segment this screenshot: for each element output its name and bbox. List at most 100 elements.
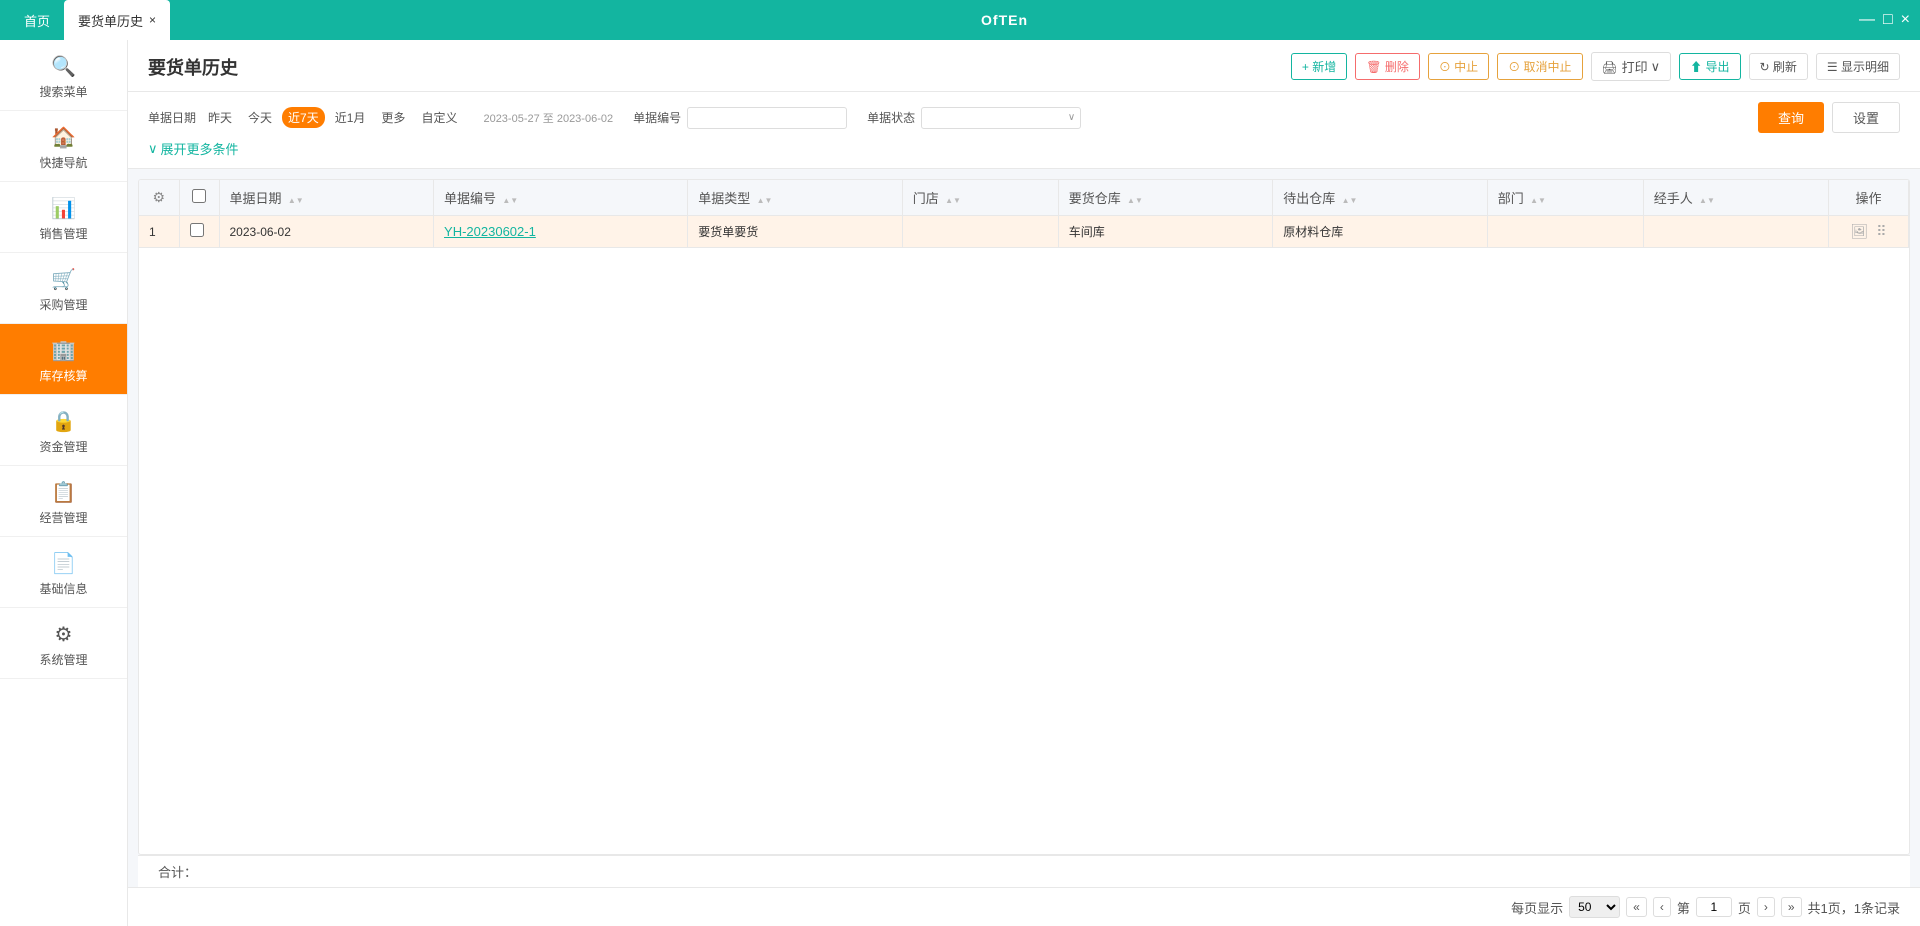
system-icon: ⚙ (55, 622, 73, 647)
cancel-stop-button[interactable]: ⊙ 取消中止 (1497, 53, 1582, 80)
doc-no-input[interactable] (687, 107, 847, 129)
stop-button[interactable]: ⊙ 中止 (1428, 53, 1489, 80)
sidebar-item-system[interactable]: ⚙ 系统管理 (0, 608, 127, 679)
sidebar-item-search-menu[interactable]: 🔍 搜索菜单 (0, 40, 127, 111)
inventory-icon: 🏢 (51, 338, 76, 363)
page-label: 第 (1677, 898, 1690, 917)
sidebar-item-label-basic-info: 基础信息 (39, 580, 87, 597)
th-store[interactable]: 门店 ▲▼ (902, 180, 1058, 216)
th-doc-date[interactable]: 单据日期 ▲▼ (219, 180, 434, 216)
doc-no-label: 单据编号 (633, 109, 681, 126)
date-option-1month[interactable]: 近1月 (329, 107, 372, 128)
sort-store-icon: ▲▼ (945, 196, 961, 205)
doc-no-filter-group: 单据编号 (633, 107, 847, 129)
date-option-more[interactable]: 更多 (375, 107, 411, 128)
main-layout: 🔍 搜索菜单 🏠 快捷导航 📊 销售管理 🛒 采购管理 🏢 库存核算 🔒 资金管… (0, 40, 1920, 926)
th-department[interactable]: 部门 ▲▼ (1487, 180, 1643, 216)
expand-chevron-icon: ∨ (148, 141, 158, 157)
date-filter-group: 单据日期 昨天 今天 近7天 近1月 更多 自定义 (148, 107, 463, 128)
refresh-button[interactable]: ↻ 刷新 (1749, 53, 1808, 80)
row-checkbox[interactable] (190, 223, 204, 237)
date-range-display: 2023-05-27 至 2023-06-02 (483, 110, 613, 126)
sales-icon: 📊 (51, 196, 76, 221)
sidebar-item-inventory[interactable]: 🏢 库存核算 (0, 324, 127, 395)
row-view-icon[interactable]: 🖼 (1850, 223, 1868, 240)
print-arrow-icon: ∨ (1651, 59, 1661, 75)
export-button[interactable]: ⬆ 导出 (1679, 53, 1740, 80)
summary-bar: 合计： (138, 855, 1910, 887)
page-header: 要货单历史 + 新增 🗑 删除 ⊙ 中止 ⊙ 取消中止 🖨 打印 ∨ ⬆ 导出 … (128, 40, 1920, 92)
query-button[interactable]: 查询 (1758, 102, 1824, 133)
sidebar: 🔍 搜索菜单 🏠 快捷导航 📊 销售管理 🛒 采购管理 🏢 库存核算 🔒 资金管… (0, 40, 128, 926)
sort-doc-type-icon: ▲▼ (757, 196, 773, 205)
row-more-icon[interactable]: ⠿ (1876, 223, 1886, 240)
display-detail-button[interactable]: ☰ 显示明细 (1816, 53, 1900, 80)
tab-home[interactable]: 首页 (10, 0, 64, 40)
maximize-icon[interactable]: □ (1883, 11, 1893, 29)
row-department (1487, 216, 1643, 248)
data-table: ⚙ 单据日期 ▲▼ 单据编号 ▲▼ (139, 180, 1909, 248)
filter-settings-button[interactable]: 设置 (1832, 102, 1900, 133)
print-label: 🖨 打印 (1602, 57, 1648, 76)
date-option-yesterday[interactable]: 昨天 (202, 107, 238, 128)
table-settings-gear-icon[interactable]: ⚙ (152, 189, 165, 205)
data-table-container: ⚙ 单据日期 ▲▼ 单据编号 ▲▼ (138, 179, 1910, 855)
doc-status-select[interactable] (921, 107, 1081, 129)
purchase-icon: 🛒 (51, 267, 76, 292)
expand-label: 展开更多条件 (161, 139, 239, 158)
new-button[interactable]: + 新增 (1291, 53, 1347, 80)
th-doc-date-label: 单据日期 (230, 191, 282, 206)
row-ops-icons: 🖼 ⠿ (1839, 223, 1898, 240)
row-doc-type: 要货单要货 (688, 216, 903, 248)
search-menu-icon: 🔍 (51, 54, 76, 79)
th-settings: ⚙ (139, 180, 179, 216)
date-option-custom[interactable]: 自定义 (415, 107, 463, 128)
filter-area: 单据日期 昨天 今天 近7天 近1月 更多 自定义 2023-05-27 至 2… (128, 92, 1920, 169)
th-doc-type-label: 单据类型 (698, 191, 750, 206)
minimize-icon[interactable]: — (1859, 11, 1875, 29)
doc-status-label: 单据状态 (867, 109, 915, 126)
sidebar-item-quick-nav[interactable]: 🏠 快捷导航 (0, 111, 127, 182)
brand-label: OfTEn (981, 12, 1048, 28)
next-page-button[interactable]: › (1757, 897, 1775, 917)
tab-requisition-history[interactable]: 要货单历史 × (64, 0, 170, 40)
th-doc-type[interactable]: 单据类型 ▲▼ (688, 180, 903, 216)
window-controls: — □ × (1859, 11, 1910, 29)
sidebar-item-basic-info[interactable]: 📄 基础信息 (0, 537, 127, 608)
last-page-button[interactable]: » (1781, 897, 1802, 917)
th-doc-no[interactable]: 单据编号 ▲▼ (434, 180, 688, 216)
close-tab-icon[interactable]: × (149, 13, 156, 27)
print-button[interactable]: 🖨 打印 ∨ (1591, 52, 1672, 81)
first-page-button[interactable]: « (1626, 897, 1647, 917)
date-option-7days[interactable]: 近7天 (282, 107, 325, 128)
page-number-input[interactable] (1696, 897, 1732, 917)
th-department-label: 部门 (1498, 191, 1524, 206)
table-row: 1 2023-06-02 YH-20230602-1 要货单要货 车间库 原材料… (139, 216, 1909, 248)
th-req-warehouse-label: 要货仓库 (1069, 191, 1121, 206)
summary-label: 合计： (158, 862, 197, 881)
th-handler[interactable]: 经手人 ▲▼ (1643, 180, 1828, 216)
page-unit: 页 (1738, 898, 1751, 917)
expand-more-button[interactable]: ∨ 展开更多条件 (148, 139, 1900, 158)
delete-button[interactable]: 🗑 删除 (1355, 53, 1420, 80)
filter-action-buttons: 查询 设置 (1758, 102, 1900, 133)
sidebar-item-ops[interactable]: 📋 经营管理 (0, 466, 127, 537)
date-filter-label: 单据日期 (148, 109, 196, 126)
th-checkbox (179, 180, 219, 216)
sidebar-item-sales[interactable]: 📊 销售管理 (0, 182, 127, 253)
close-window-icon[interactable]: × (1901, 11, 1910, 29)
prev-page-button[interactable]: ‹ (1653, 897, 1671, 917)
sort-doc-date-icon: ▲▼ (288, 196, 304, 205)
ops-icon: 📋 (51, 480, 76, 505)
th-req-warehouse[interactable]: 要货仓库 ▲▼ (1058, 180, 1273, 216)
row-doc-no-link[interactable]: YH-20230602-1 (444, 224, 536, 239)
page-title: 要货单历史 (148, 54, 238, 80)
th-pending-warehouse[interactable]: 待出仓库 ▲▼ (1273, 180, 1488, 216)
th-ops-label: 操作 (1855, 191, 1881, 206)
sidebar-item-label-quick-nav: 快捷导航 (39, 154, 87, 171)
page-size-select[interactable]: 50 20 100 (1569, 896, 1620, 918)
select-all-checkbox[interactable] (192, 189, 206, 203)
date-option-today[interactable]: 今天 (242, 107, 278, 128)
sidebar-item-purchase[interactable]: 🛒 采购管理 (0, 253, 127, 324)
sidebar-item-finance[interactable]: 🔒 资金管理 (0, 395, 127, 466)
